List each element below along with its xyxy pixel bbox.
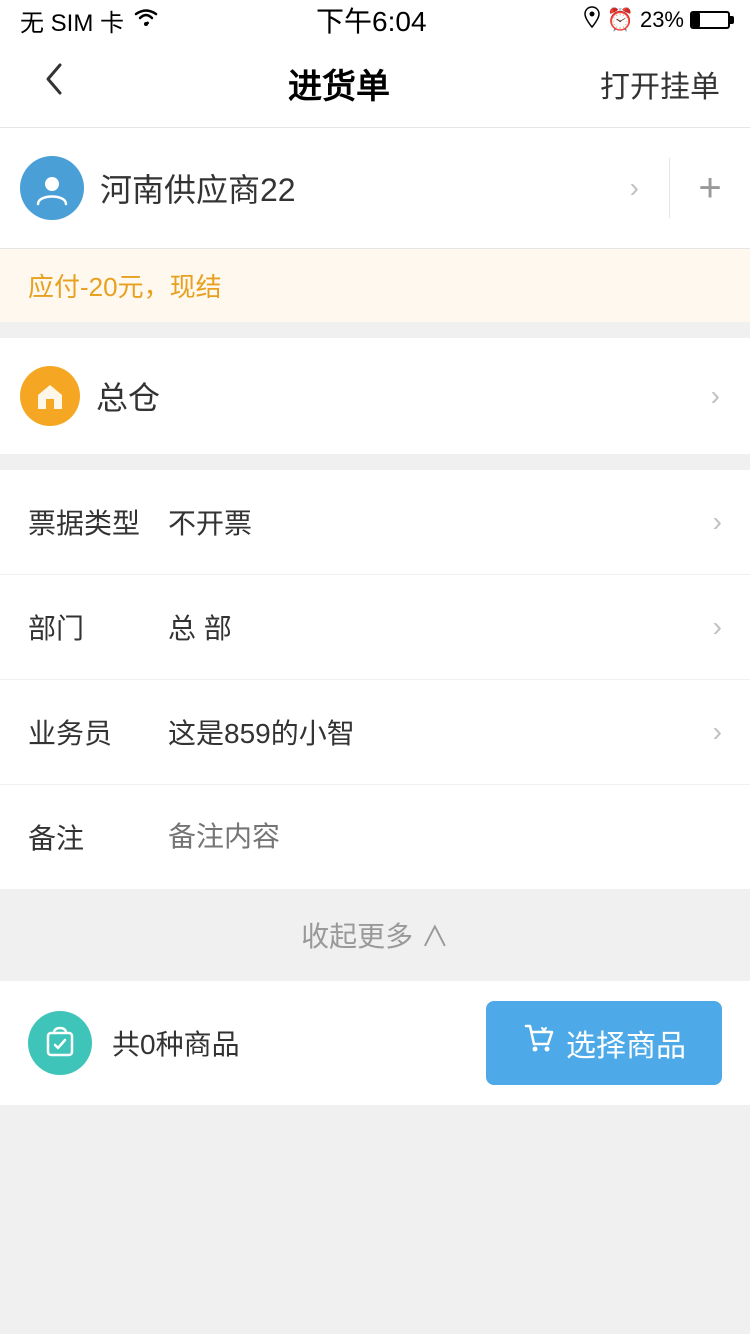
- select-product-button[interactable]: 选择商品: [486, 1001, 722, 1085]
- warehouse-row[interactable]: 总仓 ›: [0, 338, 750, 454]
- remark-label: 备注: [28, 817, 148, 857]
- battery-icon: [690, 11, 730, 29]
- bottom-bar: 共0种商品 选择商品: [0, 981, 750, 1105]
- product-icon: [28, 1011, 92, 1075]
- form-section: 票据类型 不开票 › 部门 总 部 › 业务员 这是859的小智 › 备注: [0, 470, 750, 889]
- supplier-row[interactable]: 河南供应商22 ›: [0, 128, 669, 248]
- status-bar: 无 SIM 卡 下午6:04 ⏰ 23%: [0, 0, 750, 40]
- department-label: 部门: [28, 607, 148, 647]
- supplier-chevron-icon: ›: [630, 172, 649, 204]
- supplier-name: 河南供应商22: [100, 165, 614, 211]
- battery-percent: 23%: [640, 7, 684, 33]
- wifi-icon: [132, 6, 160, 34]
- salesperson-row[interactable]: 业务员 这是859的小智 ›: [0, 680, 750, 785]
- product-count: 共0种商品: [92, 1023, 486, 1063]
- notice-bar: 应付-20元，现结: [0, 249, 750, 322]
- invoice-type-label: 票据类型: [28, 502, 148, 542]
- warehouse-icon: [20, 366, 80, 426]
- nav-title: 进货单: [288, 59, 390, 108]
- location-icon: [583, 6, 601, 34]
- invoice-type-row[interactable]: 票据类型 不开票 ›: [0, 470, 750, 575]
- notice-text: 应付-20元，现结: [28, 272, 222, 302]
- supplier-avatar: [20, 156, 84, 220]
- salesperson-chevron-icon: ›: [713, 716, 722, 748]
- invoice-type-value: 不开票: [148, 502, 713, 542]
- back-button[interactable]: [30, 47, 78, 120]
- collapse-bar[interactable]: 收起更多 ∧: [0, 889, 750, 981]
- salesperson-label: 业务员: [28, 712, 148, 752]
- cart-icon: [522, 1022, 556, 1064]
- invoice-type-chevron-icon: ›: [713, 506, 722, 538]
- sim-label: 无 SIM 卡: [20, 3, 124, 38]
- add-supplier-button[interactable]: +: [670, 166, 750, 211]
- alarm-icon: ⏰: [607, 7, 634, 33]
- nav-bar: 进货单 打开挂单: [0, 40, 750, 128]
- warehouse-name: 总仓: [96, 373, 695, 419]
- status-left: 无 SIM 卡: [20, 3, 160, 38]
- status-right: ⏰ 23%: [583, 6, 730, 34]
- department-row[interactable]: 部门 总 部 ›: [0, 575, 750, 680]
- remark-input[interactable]: [148, 821, 722, 853]
- salesperson-value: 这是859的小智: [148, 712, 713, 752]
- open-pending-button[interactable]: 打开挂单: [600, 62, 720, 106]
- department-chevron-icon: ›: [713, 611, 722, 643]
- status-time: 下午6:04: [316, 0, 427, 40]
- select-product-label: 选择商品: [566, 1021, 686, 1065]
- department-value: 总 部: [148, 607, 713, 647]
- remark-row: 备注: [0, 785, 750, 889]
- supplier-section: 河南供应商22 › +: [0, 128, 750, 249]
- warehouse-chevron-icon: ›: [711, 380, 730, 412]
